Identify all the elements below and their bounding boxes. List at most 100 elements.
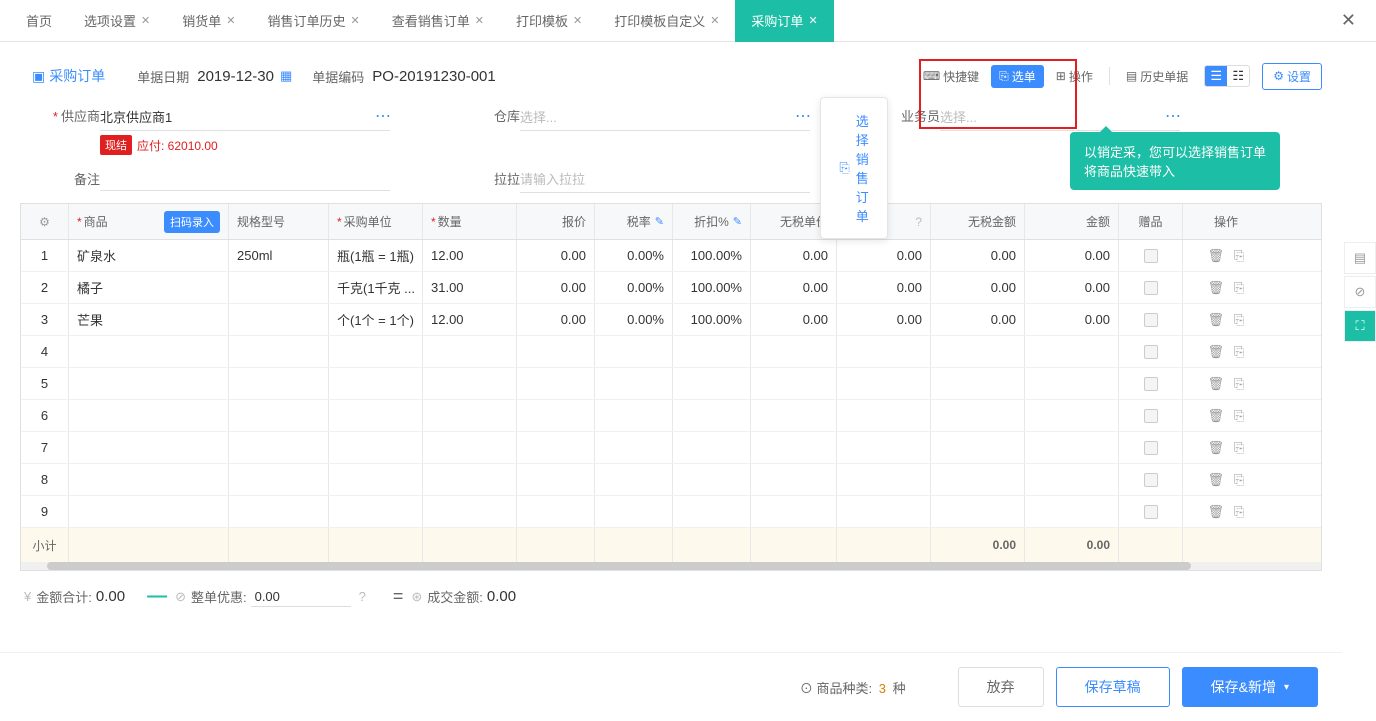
table-row[interactable]: 5🗑⎘ — [21, 368, 1321, 400]
gift-checkbox[interactable] — [1144, 409, 1158, 423]
link-icon: ⎘ — [839, 160, 849, 176]
more-icon[interactable]: ⋯ — [795, 106, 810, 126]
header: ▣ 采购订单 单据日期 2019-12-30 ▦ 单据编码 PO-2019123… — [0, 42, 1342, 102]
close-all-icon[interactable]: ✕ — [1331, 10, 1366, 31]
gift-checkbox[interactable] — [1144, 249, 1158, 263]
warehouse-input[interactable]: 选择... ⋯ — [520, 102, 810, 131]
discount-input[interactable]: 0.00 — [251, 587, 351, 607]
doc-date-value[interactable]: 2019-12-30 — [197, 68, 274, 85]
tab-print-template[interactable]: 打印模板✕ — [500, 0, 598, 42]
delete-icon[interactable]: 🗑 — [1208, 280, 1225, 296]
close-icon[interactable]: ✕ — [808, 14, 817, 27]
save-draft-button[interactable]: 保存草稿 — [1056, 667, 1170, 707]
page-title-tab[interactable]: ▣ 采购订单 — [20, 60, 117, 92]
salesman-input[interactable]: 选择... ⋯ — [940, 102, 1180, 131]
view-list-button[interactable]: ☷ — [1227, 66, 1249, 86]
yen-icon: ¥ — [24, 589, 31, 604]
delete-icon[interactable]: 🗑 — [1208, 344, 1225, 360]
tab-view-sales[interactable]: 查看销售订单✕ — [376, 0, 500, 42]
gift-checkbox[interactable] — [1144, 345, 1158, 359]
tab-sales-history[interactable]: 销售订单历史✕ — [251, 0, 375, 42]
copy-icon[interactable]: ⎘ — [1234, 408, 1244, 424]
tab-sales-order[interactable]: 销货单✕ — [166, 0, 251, 42]
deal-icon: ⊛ — [411, 589, 422, 605]
table-row[interactable]: 6🗑⎘ — [21, 400, 1321, 432]
help-icon[interactable]: ? — [359, 589, 366, 604]
totals-row: ¥ 金额合计: 0.00 — ⊘ 整单优惠: 0.00 ? = ⊛ 成交金额: … — [0, 571, 1342, 622]
table-row[interactable]: 3芒果个(1个 = 1个)12.000.000.00%100.00%0.000.… — [21, 304, 1321, 336]
settings-button[interactable]: ⚙设置 — [1262, 63, 1322, 90]
copy-icon[interactable]: ⎘ — [1234, 312, 1244, 328]
copy-icon[interactable]: ⎘ — [1234, 376, 1244, 392]
delete-icon[interactable]: 🗑 — [1208, 472, 1225, 488]
gift-checkbox[interactable] — [1144, 377, 1158, 391]
select-doc-button[interactable]: ⎘选单 — [991, 65, 1044, 88]
delete-icon[interactable]: 🗑 — [1208, 440, 1225, 456]
copy-icon[interactable]: ⎘ — [1234, 248, 1244, 264]
lala-input[interactable]: 请输入拉拉 — [520, 165, 810, 193]
edit-icon[interactable]: ✎ — [733, 215, 742, 228]
table-row[interactable]: 8🗑⎘ — [21, 464, 1321, 496]
table-row[interactable]: 2橘子千克(1千克 ...31.000.000.00%100.00%0.000.… — [21, 272, 1321, 304]
delete-icon[interactable]: 🗑 — [1208, 312, 1225, 328]
more-icon[interactable]: ⋯ — [1165, 106, 1180, 126]
edit-icon[interactable]: ✎ — [655, 215, 664, 228]
gift-checkbox[interactable] — [1144, 505, 1158, 519]
item-count: ⊙ 商品种类: 3 种 — [800, 678, 906, 697]
tab-options[interactable]: 选项设置✕ — [68, 0, 166, 42]
rail-link-button[interactable]: ⊘ — [1344, 276, 1376, 308]
select-doc-dropdown: ⎘选择销售订单 — [820, 97, 887, 239]
gift-checkbox[interactable] — [1144, 313, 1158, 327]
tooltip: 以销定采，您可以选择销售订单将商品快速带入 — [1070, 132, 1280, 190]
minus-icon: — — [147, 585, 167, 608]
table-row[interactable]: 4🗑⎘ — [21, 336, 1321, 368]
close-icon[interactable]: ✕ — [710, 14, 719, 27]
shortcut-button[interactable]: ⌨快捷键 — [915, 65, 987, 88]
close-icon[interactable]: ✕ — [475, 14, 484, 27]
rail-note-button[interactable]: ▤ — [1344, 242, 1376, 274]
copy-icon[interactable]: ⎘ — [1234, 344, 1244, 360]
remark-input[interactable] — [100, 165, 390, 191]
footer: ⊙ 商品种类: 3 种 放弃 保存草稿 保存&新增▾ — [0, 652, 1342, 721]
scan-button[interactable]: 扫码录入 — [164, 211, 220, 233]
discount-amount: ⊘ 整单优惠: 0.00 ? — [175, 587, 371, 607]
more-icon[interactable]: ⋯ — [375, 106, 390, 126]
rail-expand-button[interactable]: ⛶ — [1344, 310, 1376, 342]
tab-home[interactable]: 首页 — [10, 0, 68, 42]
settle-badge: 现结 — [100, 135, 132, 155]
gear-icon[interactable]: ⚙ — [39, 215, 50, 229]
operations-button[interactable]: ⊞操作 — [1048, 65, 1101, 88]
deal-amount: ⊛ 成交金额: 0.00 — [411, 587, 516, 606]
gift-checkbox[interactable] — [1144, 473, 1158, 487]
delete-icon[interactable]: 🗑 — [1208, 248, 1225, 264]
close-icon[interactable]: ✕ — [573, 14, 582, 27]
gift-checkbox[interactable] — [1144, 281, 1158, 295]
table-row[interactable]: 7🗑⎘ — [21, 432, 1321, 464]
select-icon: ⎘ — [999, 69, 1009, 84]
table-row[interactable]: 9🗑⎘ — [21, 496, 1321, 528]
tab-print-custom[interactable]: 打印模板自定义✕ — [598, 0, 735, 42]
close-icon[interactable]: ✕ — [351, 14, 360, 27]
view-card-button[interactable]: ☰ — [1205, 66, 1227, 86]
delete-icon[interactable]: 🗑 — [1208, 408, 1225, 424]
close-icon[interactable]: ✕ — [141, 14, 150, 27]
delete-icon[interactable]: 🗑 — [1208, 376, 1225, 392]
tab-purchase-order[interactable]: 采购订单✕ — [735, 0, 833, 42]
supplier-input[interactable]: 北京供应商1 ⋯ — [100, 102, 390, 131]
copy-icon[interactable]: ⎘ — [1234, 504, 1244, 520]
horizontal-scrollbar[interactable] — [21, 562, 1321, 570]
gift-checkbox[interactable] — [1144, 441, 1158, 455]
help-icon[interactable]: ? — [915, 215, 922, 229]
delete-icon[interactable]: 🗑 — [1208, 504, 1225, 520]
copy-icon[interactable]: ⎘ — [1234, 440, 1244, 456]
save-new-button[interactable]: 保存&新增▾ — [1182, 667, 1318, 707]
copy-icon[interactable]: ⎘ — [1234, 280, 1244, 296]
copy-icon[interactable]: ⎘ — [1234, 472, 1244, 488]
dropdown-select-sales-order[interactable]: ⎘选择销售订单 — [821, 104, 886, 232]
close-icon[interactable]: ✕ — [226, 14, 235, 27]
equals-icon: = — [393, 586, 404, 607]
abandon-button[interactable]: 放弃 — [958, 667, 1044, 707]
calendar-icon[interactable]: ▦ — [280, 68, 292, 84]
history-button[interactable]: ▤历史单据 — [1118, 65, 1196, 88]
table-row[interactable]: 1矿泉水250ml瓶(1瓶 = 1瓶)12.000.000.00%100.00%… — [21, 240, 1321, 272]
